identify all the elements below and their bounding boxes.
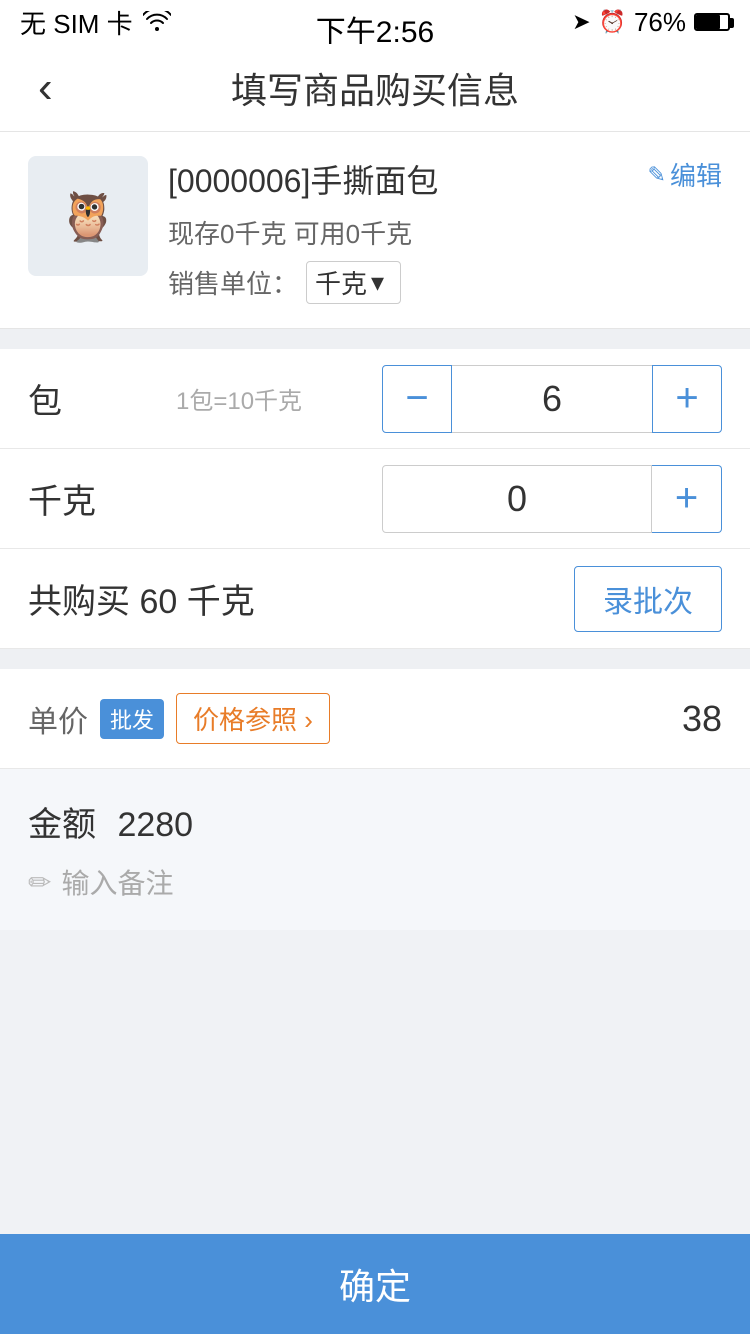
amount-row: 金额 2280 [28, 797, 722, 846]
batch-button[interactable]: 录批次 [574, 566, 722, 632]
dropdown-icon: ▾ [371, 267, 384, 298]
price-section: 单价 批发 价格参照 › 38 [0, 669, 750, 769]
price-label: 单价 [28, 697, 88, 741]
kg-input[interactable] [382, 465, 652, 533]
product-image: 🦉 [28, 156, 148, 276]
nav-title: 填写商品购买信息 [231, 62, 519, 114]
unit-select[interactable]: 千克 ▾ [306, 261, 401, 304]
confirm-label: 确定 [339, 1258, 411, 1310]
bao-plus-button[interactable]: + [652, 365, 722, 433]
alarm-icon: ⏰ [599, 9, 626, 35]
section-divider-2 [0, 649, 750, 669]
bao-hint: 1包=10千克 [176, 381, 382, 416]
status-left: 无 SIM 卡 [20, 4, 171, 41]
bao-minus-button[interactable]: − [382, 365, 452, 433]
status-bar: 无 SIM 卡 下午2:56 ➤ ⏰ 76% [0, 0, 750, 44]
price-row: 单价 批发 价格参照 › 38 [0, 669, 750, 769]
product-stock: 现存0千克 可用0千克 [168, 214, 722, 251]
edit-button[interactable]: ✎ 编辑 [648, 156, 722, 193]
nav-bar: ‹ 填写商品购买信息 [0, 44, 750, 132]
amount-section: 金额 2280 ✏ 输入备注 [0, 769, 750, 930]
kg-input-row: 千克 + [0, 449, 750, 549]
confirm-button[interactable]: 确定 [0, 1234, 750, 1334]
edit-icon: ✎ [648, 162, 666, 188]
carrier-label: 无 SIM 卡 [20, 4, 133, 41]
summary-text: 共购买 60 千克 [28, 574, 574, 623]
amount-value: 2280 [117, 806, 193, 844]
product-name: [0000006]手撕面包 [168, 156, 648, 202]
kg-plus-button[interactable]: + [652, 465, 722, 533]
bao-input[interactable] [452, 365, 652, 433]
kg-controls: + [382, 465, 722, 533]
product-unit-row: 销售单位： 千克 ▾ [168, 261, 722, 304]
battery-icon [694, 13, 730, 31]
price-value: 38 [682, 698, 722, 740]
wifi-icon [143, 7, 171, 38]
status-right: ➤ ⏰ 76% [572, 7, 730, 38]
bao-controls: − + [382, 365, 722, 433]
summary-row: 共购买 60 千克 录批次 [0, 549, 750, 649]
product-logo-icon: 🦉 [58, 188, 118, 245]
note-row[interactable]: ✏ 输入备注 [28, 862, 722, 902]
product-card: 🦉 [0000006]手撕面包 ✎ 编辑 现存0千克 可用0千克 销售单位： 千… [0, 132, 750, 329]
product-header: [0000006]手撕面包 ✎ 编辑 [168, 156, 722, 202]
bao-label: 包 [28, 374, 168, 423]
note-placeholder: 输入备注 [61, 862, 173, 902]
price-ref-button[interactable]: 价格参照 › [176, 693, 330, 744]
input-section: 包 1包=10千克 − + 千克 + 共购买 60 千克 录批次 [0, 349, 750, 649]
product-info: [0000006]手撕面包 ✎ 编辑 现存0千克 可用0千克 销售单位： 千克 … [168, 156, 722, 304]
back-button[interactable]: ‹ [28, 53, 63, 123]
bao-input-row: 包 1包=10千克 − + [0, 349, 750, 449]
kg-label: 千克 [28, 474, 168, 523]
pencil-icon: ✏ [28, 866, 51, 899]
location-icon: ➤ [572, 9, 590, 35]
price-tag: 批发 [100, 699, 164, 739]
battery-label: 76% [634, 7, 686, 38]
section-divider-1 [0, 329, 750, 349]
